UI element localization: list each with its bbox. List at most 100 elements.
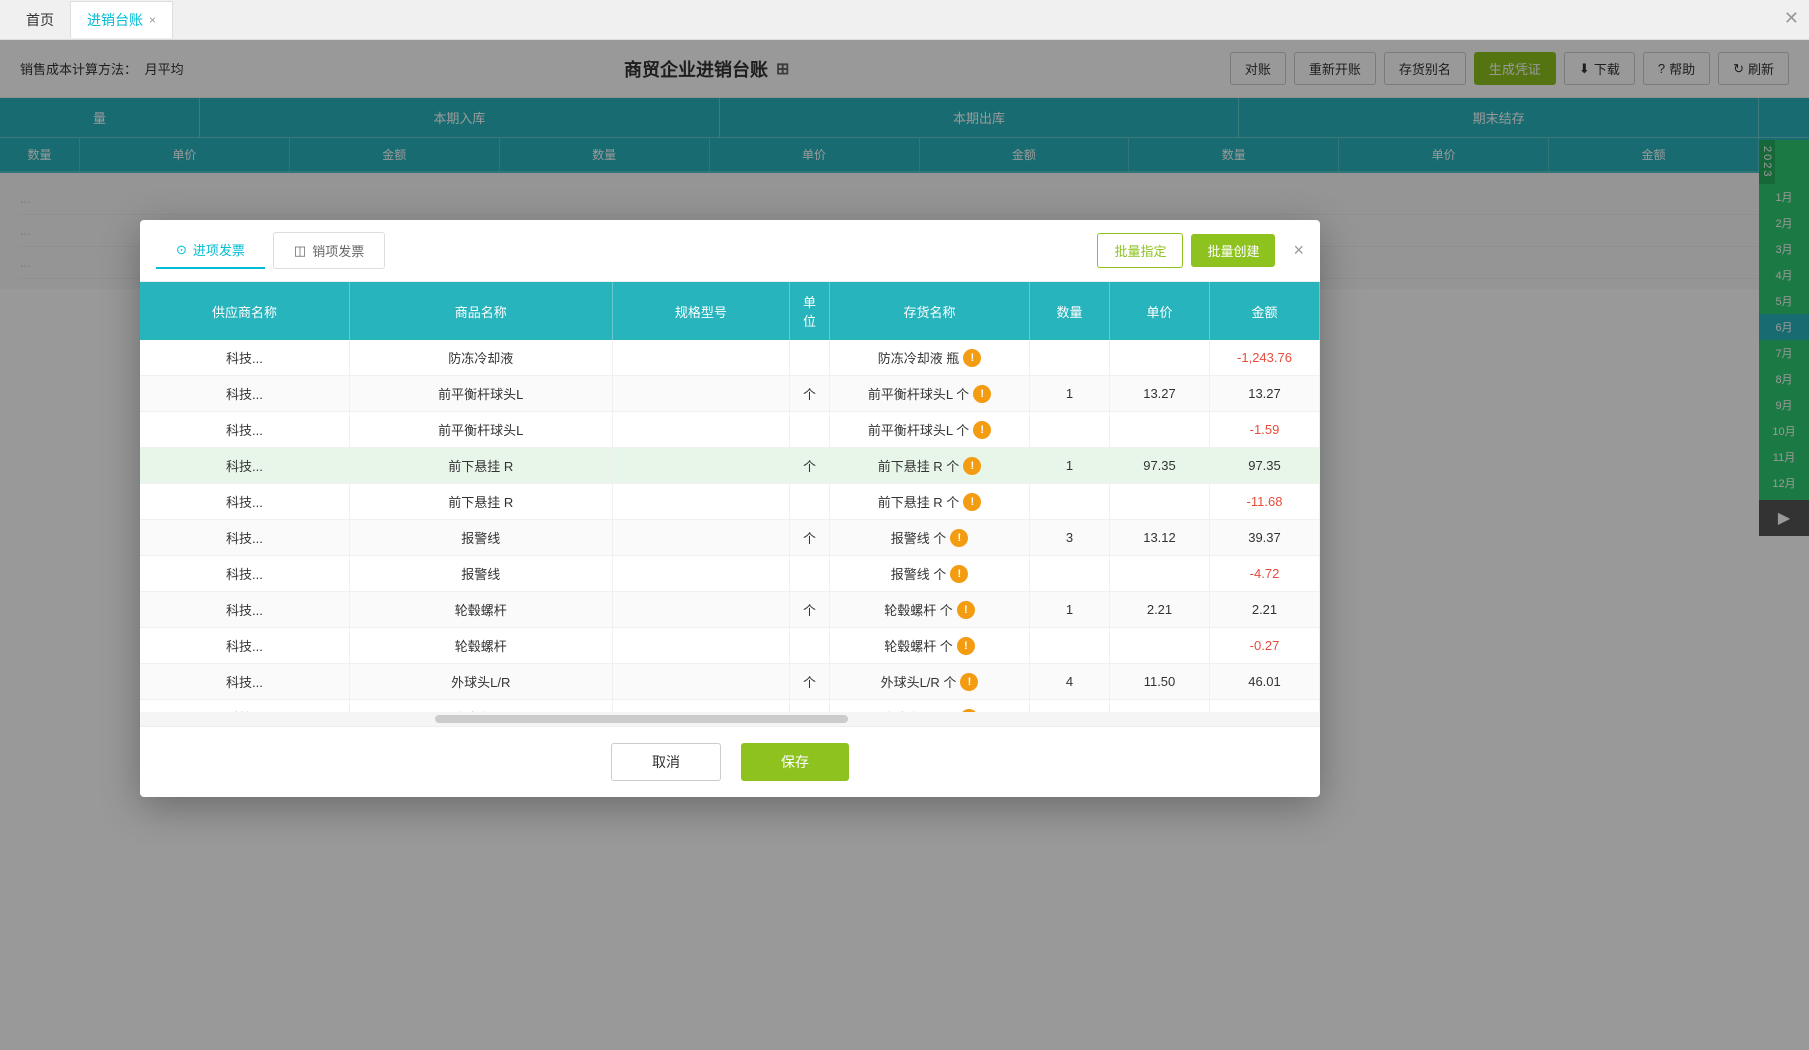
col-unit-price: 单价 xyxy=(1110,282,1210,340)
warning-icon: ! xyxy=(963,349,981,367)
cell-company: 科技... xyxy=(140,628,349,664)
cell-company: 科技... xyxy=(140,556,349,592)
cell-inventory: 轮毂螺杆 个 ! xyxy=(830,628,1030,664)
window-close-icon[interactable]: ✕ xyxy=(1784,8,1799,28)
table-row[interactable]: 科技...前下悬挂 R个 前下悬挂 R 个 ! 197.3597.35 xyxy=(140,448,1320,484)
cell-spec xyxy=(612,592,789,628)
cell-unit xyxy=(790,700,830,713)
batch-assign-button[interactable]: 批量指定 xyxy=(1097,233,1183,268)
cell-unit-price xyxy=(1110,412,1210,448)
cell-spec xyxy=(612,664,789,700)
cell-amount: -1.59 xyxy=(1210,412,1320,448)
cell-inventory: 前平衡杆球头L 个 ! xyxy=(830,412,1030,448)
cell-quantity: 1 xyxy=(1030,592,1110,628)
cell-amount: 46.01 xyxy=(1210,664,1320,700)
cell-quantity: 3 xyxy=(1030,520,1110,556)
cell-quantity: 1 xyxy=(1030,376,1110,412)
cell-inventory: 外球头L/R 个 ! xyxy=(830,700,1030,713)
incoming-invoice-icon: ⊙ xyxy=(176,242,187,258)
cell-inventory: 外球头L/R 个 ! xyxy=(830,664,1030,700)
cell-spec xyxy=(612,412,789,448)
warning-icon: ! xyxy=(950,565,968,583)
tab-bar: 首页 进销台账 × ✕ xyxy=(0,0,1809,40)
horizontal-scrollbar[interactable] xyxy=(140,712,1320,726)
modal-header: ⊙ 进项发票 ◫ 销项发票 批量指定 批量创建 × xyxy=(140,220,1320,282)
table-row[interactable]: 科技...外球头L/R个 外球头L/R 个 ! 411.5046.01 xyxy=(140,664,1320,700)
cell-unit-price xyxy=(1110,556,1210,592)
cell-product: 前平衡杆球头L xyxy=(349,412,612,448)
cell-inventory: 报警线 个 ! xyxy=(830,520,1030,556)
tab-incoming-invoice[interactable]: ⊙ 进项发票 xyxy=(156,232,265,269)
cell-unit: 个 xyxy=(790,664,830,700)
col-unit: 单位 xyxy=(790,282,830,340)
cell-amount: -0.27 xyxy=(1210,628,1320,664)
cell-inventory: 前平衡杆球头L 个 ! xyxy=(830,376,1030,412)
outgoing-invoice-icon: ◫ xyxy=(294,243,306,259)
cancel-button[interactable]: 取消 xyxy=(611,743,721,781)
cell-inventory: 报警线 个 ! xyxy=(830,556,1030,592)
modal-close-button[interactable]: × xyxy=(1293,240,1304,261)
invoice-modal: ⊙ 进项发票 ◫ 销项发票 批量指定 批量创建 × xyxy=(140,220,1320,797)
invoice-table: 供应商名称 商品名称 规格型号 单位 存货名称 数量 单价 金额 科技...防冻… xyxy=(140,282,1320,712)
cell-product: 前下悬挂 R xyxy=(349,448,612,484)
cell-quantity xyxy=(1030,412,1110,448)
col-inventory: 存货名称 xyxy=(830,282,1030,340)
col-company: 供应商名称 xyxy=(140,282,349,340)
cell-amount: -1,243.76 xyxy=(1210,340,1320,376)
cell-unit: 个 xyxy=(790,592,830,628)
save-button[interactable]: 保存 xyxy=(741,743,849,781)
cell-inventory: 前下悬挂 R 个 ! xyxy=(830,484,1030,520)
table-row[interactable]: 科技...外球头L/R 外球头L/R 个 ! -5.52 xyxy=(140,700,1320,713)
warning-icon: ! xyxy=(957,601,975,619)
cell-spec xyxy=(612,700,789,713)
warning-icon: ! xyxy=(963,493,981,511)
cell-unit xyxy=(790,628,830,664)
tab-close-icon[interactable]: × xyxy=(149,13,156,27)
scroll-thumb[interactable] xyxy=(435,715,848,723)
table-row[interactable]: 科技...报警线 报警线 个 ! -4.72 xyxy=(140,556,1320,592)
cell-quantity xyxy=(1030,556,1110,592)
table-row[interactable]: 科技...前平衡杆球头L 前平衡杆球头L 个 ! -1.59 xyxy=(140,412,1320,448)
batch-create-button[interactable]: 批量创建 xyxy=(1191,234,1275,267)
cell-company: 科技... xyxy=(140,592,349,628)
tab-ledger[interactable]: 进销台账 × xyxy=(70,1,173,38)
tab-home[interactable]: 首页 xyxy=(10,2,70,38)
warning-icon: ! xyxy=(973,385,991,403)
cell-quantity: 4 xyxy=(1030,664,1110,700)
cell-amount: -11.68 xyxy=(1210,484,1320,520)
cell-quantity xyxy=(1030,628,1110,664)
modal-tabs: ⊙ 进项发票 ◫ 销项发票 xyxy=(156,232,385,269)
cell-amount: 97.35 xyxy=(1210,448,1320,484)
table-row[interactable]: 科技...轮毂螺杆个 轮毂螺杆 个 ! 12.212.21 xyxy=(140,592,1320,628)
main-content: 销售成本计算方法： 月平均 商贸企业进销台账 ⊞ 对账 重新开账 存货别名 生成… xyxy=(0,40,1809,1050)
warning-icon: ! xyxy=(960,673,978,691)
cell-unit-price xyxy=(1110,340,1210,376)
cell-unit-price: 97.35 xyxy=(1110,448,1210,484)
table-row[interactable]: 科技...轮毂螺杆 轮毂螺杆 个 ! -0.27 xyxy=(140,628,1320,664)
cell-unit: 个 xyxy=(790,448,830,484)
cell-amount: 39.37 xyxy=(1210,520,1320,556)
cell-unit xyxy=(790,412,830,448)
table-row[interactable]: 科技...报警线个 报警线 个 ! 313.1239.37 xyxy=(140,520,1320,556)
invoice-table-container[interactable]: 供应商名称 商品名称 规格型号 单位 存货名称 数量 单价 金额 科技...防冻… xyxy=(140,282,1320,712)
modal-action-buttons: 批量指定 批量创建 × xyxy=(1097,233,1304,268)
table-row[interactable]: 科技...前下悬挂 R 前下悬挂 R 个 ! -11.68 xyxy=(140,484,1320,520)
warning-icon: ! xyxy=(963,457,981,475)
cell-amount: -5.52 xyxy=(1210,700,1320,713)
cell-amount: 2.21 xyxy=(1210,592,1320,628)
col-spec: 规格型号 xyxy=(612,282,789,340)
cell-spec xyxy=(612,376,789,412)
cell-product: 轮毂螺杆 xyxy=(349,592,612,628)
tab-outgoing-invoice[interactable]: ◫ 销项发票 xyxy=(273,232,385,269)
cell-company: 科技... xyxy=(140,700,349,713)
cell-product: 前平衡杆球头L xyxy=(349,376,612,412)
cell-unit-price xyxy=(1110,628,1210,664)
cell-inventory: 轮毂螺杆 个 ! xyxy=(830,592,1030,628)
cell-product: 轮毂螺杆 xyxy=(349,628,612,664)
warning-icon: ! xyxy=(957,637,975,655)
table-row[interactable]: 科技...前平衡杆球头L个 前平衡杆球头L 个 ! 113.2713.27 xyxy=(140,376,1320,412)
warning-icon: ! xyxy=(950,529,968,547)
table-row[interactable]: 科技...防冻冷却液 防冻冷却液 瓶 ! -1,243.76 xyxy=(140,340,1320,376)
cell-product: 防冻冷却液 xyxy=(349,340,612,376)
col-amount: 金额 xyxy=(1210,282,1320,340)
